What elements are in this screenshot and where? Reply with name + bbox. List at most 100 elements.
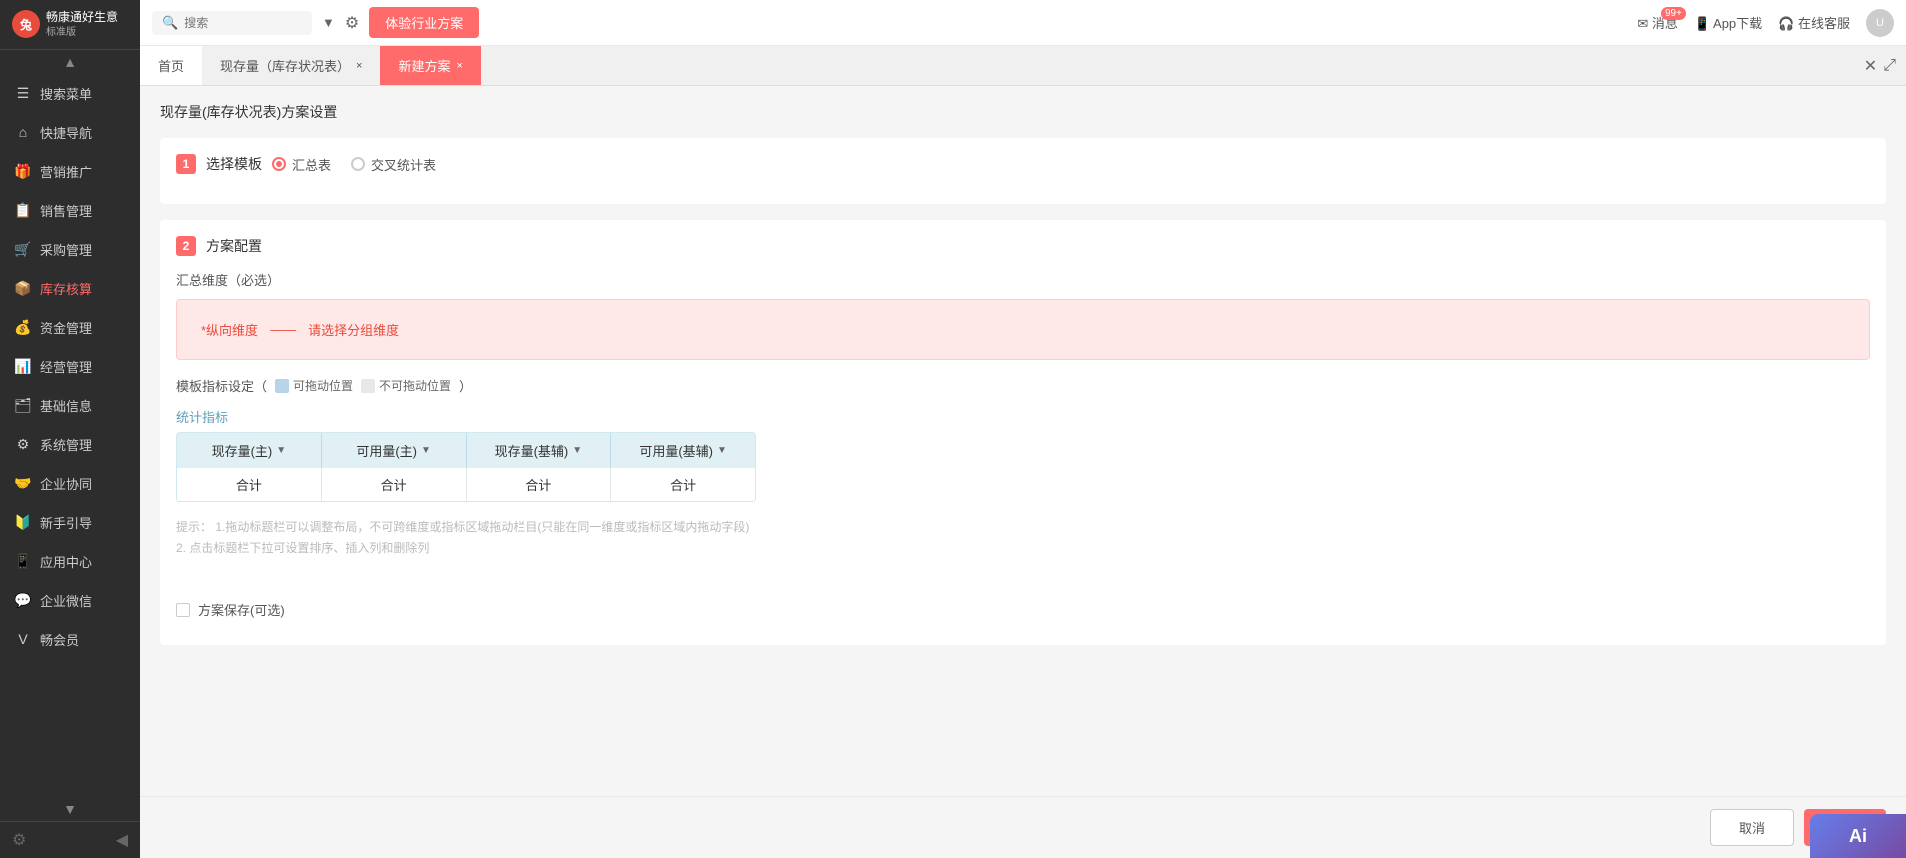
topbar: 🔍 ▼ ⚙ 体验行业方案 ✉ 消息 99+ 📱 App下载 🎧 在线客服 U <box>140 0 1906 46</box>
save-label: 方案保存(可选) <box>198 600 285 619</box>
tab-home[interactable]: 首页 <box>140 46 202 85</box>
tab-new-scheme[interactable]: 新建方案 × <box>380 46 480 85</box>
indicator-settings: 模板指标设定（ 可拖动位置 不可拖动位置 ） <box>176 376 1870 395</box>
logo-title: 畅康通好生意 <box>46 10 118 26</box>
operation-icon: 📊 <box>14 358 32 375</box>
online-service-link[interactable]: 🎧 在线客服 <box>1778 13 1850 32</box>
col-header-1[interactable]: 可用量(主) ▼ <box>322 433 467 468</box>
logo-sub: 标准版 <box>46 26 118 39</box>
sidebar-scroll-down[interactable]: ▼ <box>0 797 140 821</box>
messages-badge[interactable]: ✉ 消息 99+ <box>1637 13 1678 32</box>
industry-scheme-button[interactable]: 体验行业方案 <box>369 7 479 38</box>
draggable-box <box>275 379 289 393</box>
sidebar-item-search-menu[interactable]: ☰ 搜索菜单 <box>0 74 140 113</box>
save-checkbox[interactable] <box>176 603 190 617</box>
template-radio-group: 汇总表 交叉统计表 <box>272 155 436 174</box>
page-title: 现存量(库存状况表)方案设置 <box>160 102 1886 122</box>
search-box[interactable]: 🔍 <box>152 11 312 35</box>
topbar-gear-button[interactable]: ⚙ <box>345 13 359 33</box>
col-header-3-chevron: ▼ <box>717 445 727 456</box>
logo-icon: 兔 <box>12 10 40 38</box>
sidebar-item-basic-info[interactable]: 🗂 基础信息 <box>0 386 140 425</box>
save-row: 方案保存(可选) <box>176 590 1870 629</box>
draggable-label: 可拖动位置 <box>293 377 353 394</box>
cancel-button[interactable]: 取消 <box>1710 809 1794 846</box>
search-icon: 🔍 <box>162 15 178 31</box>
sidebar-item-label: 经营管理 <box>40 357 92 376</box>
expand-panel-button[interactable]: ⤢ <box>1883 57 1896 75</box>
step2-section: 2 方案配置 汇总维度（必选） *纵向维度 —— 请选择分组维度 模板指标设定（… <box>160 220 1886 645</box>
topbar-right: ✉ 消息 99+ 📱 App下载 🎧 在线客服 U <box>1637 9 1894 37</box>
sidebar-item-purchase[interactable]: 🛒 采购管理 <box>0 230 140 269</box>
radio-summary[interactable]: 汇总表 <box>272 155 331 174</box>
col-header-1-chevron: ▼ <box>421 445 431 456</box>
close-panel-button[interactable]: ✕ <box>1864 56 1877 76</box>
dimension-placeholder: 请选择分组维度 <box>308 320 399 339</box>
sidebar-item-inventory[interactable]: 📦 库存核算 <box>0 269 140 308</box>
app-center-icon: 📱 <box>14 553 32 570</box>
sidebar-item-cooperation[interactable]: 🤝 企业协同 <box>0 464 140 503</box>
sidebar-item-app-center[interactable]: 📱 应用中心 <box>0 542 140 581</box>
stats-cell-2: 合计 <box>467 468 612 501</box>
topbar-dropdown-icon[interactable]: ▼ <box>322 15 335 30</box>
tab-inventory-label: 现存量（库存状况表） <box>220 56 350 75</box>
sidebar-nav: ☰ 搜索菜单 ⌂ 快捷导航 🎁 营销推广 📋 销售管理 🛒 采购管理 📦 库存核… <box>0 74 140 797</box>
wechat-icon: 💬 <box>14 592 32 609</box>
sidebar-item-label: 新手引导 <box>40 513 92 532</box>
sidebar-item-newcomer[interactable]: 🔰 新手引导 <box>0 503 140 542</box>
search-input[interactable] <box>184 16 302 30</box>
non-draggable-legend: 不可拖动位置 <box>361 377 451 394</box>
col-header-2[interactable]: 现存量(基辅) ▼ <box>467 433 612 468</box>
sidebar-item-label: 库存核算 <box>40 279 92 298</box>
tab-inventory-close[interactable]: × <box>356 60 362 72</box>
radio-cross[interactable]: 交叉统计表 <box>351 155 436 174</box>
message-icon: ✉ <box>1637 16 1648 31</box>
app-download-link[interactable]: 📱 App下载 <box>1694 13 1762 32</box>
sidebar-footer: ⚙ ◀ <box>0 821 140 858</box>
sidebar-item-label: 销售管理 <box>40 201 92 220</box>
tab-new-scheme-label: 新建方案 <box>398 56 450 75</box>
sidebar-item-sales[interactable]: 📋 销售管理 <box>0 191 140 230</box>
settings-button[interactable]: ⚙ <box>12 830 26 850</box>
collapse-button[interactable]: ◀ <box>116 830 128 850</box>
col-header-0[interactable]: 现存量(主) ▼ <box>177 433 322 468</box>
summary-dim-label: 汇总维度（必选） <box>176 270 1870 289</box>
sidebar-scroll-up[interactable]: ▲ <box>0 50 140 74</box>
sidebar-item-label: 系统管理 <box>40 435 92 454</box>
ai-float-button[interactable]: Ai <box>1810 814 1906 858</box>
search-menu-icon: ☰ <box>14 85 32 102</box>
step1-title: 选择模板 <box>206 154 262 174</box>
sidebar-item-finance[interactable]: 💰 资金管理 <box>0 308 140 347</box>
tab-inventory-status[interactable]: 现存量（库存状况表） × <box>202 46 380 85</box>
user-avatar[interactable]: U <box>1866 9 1894 37</box>
sidebar-item-wechat[interactable]: 💬 企业微信 <box>0 581 140 620</box>
radio-cross-dot <box>351 157 365 171</box>
sidebar-item-system[interactable]: ⚙ 系统管理 <box>0 425 140 464</box>
marketing-icon: 🎁 <box>14 163 32 180</box>
dimension-box[interactable]: *纵向维度 —— 请选择分组维度 <box>176 299 1870 360</box>
sidebar-item-label: 应用中心 <box>40 552 92 571</box>
sidebar-item-label: 快捷导航 <box>40 123 92 142</box>
sidebar-item-label: 资金管理 <box>40 318 92 337</box>
radio-summary-label: 汇总表 <box>292 155 331 174</box>
stats-title: 统计指标 <box>176 407 1870 426</box>
sidebar-item-operation[interactable]: 📊 经营管理 <box>0 347 140 386</box>
tip-1: 提示： 1.拖动标题栏可以调整布局，不可跨维度或指标区域拖动栏目(只能在同一维度… <box>176 518 1870 535</box>
newcomer-icon: 🔰 <box>14 514 32 531</box>
step1-num: 1 <box>176 154 196 174</box>
step2-num: 2 <box>176 236 196 256</box>
system-icon: ⚙ <box>14 436 32 453</box>
tab-new-scheme-close[interactable]: × <box>456 60 462 72</box>
step2-title: 方案配置 <box>206 236 262 256</box>
bottom-bar: 取消 查询 <box>140 796 1906 858</box>
draggable-legend: 可拖动位置 <box>275 377 353 394</box>
online-service-label: 在线客服 <box>1798 16 1850 31</box>
stats-cell-1: 合计 <box>322 468 467 501</box>
tip-2: 2. 点击标题栏下拉可设置排序、插入列和删除列 <box>176 539 1870 556</box>
sidebar-item-vip[interactable]: V 畅会员 <box>0 620 140 659</box>
cooperation-icon: 🤝 <box>14 475 32 492</box>
sidebar-item-marketing[interactable]: 🎁 营销推广 <box>0 152 140 191</box>
radio-summary-dot <box>272 157 286 171</box>
sidebar-item-quick-nav[interactable]: ⌂ 快捷导航 <box>0 113 140 152</box>
col-header-3[interactable]: 可用量(基辅) ▼ <box>611 433 755 468</box>
